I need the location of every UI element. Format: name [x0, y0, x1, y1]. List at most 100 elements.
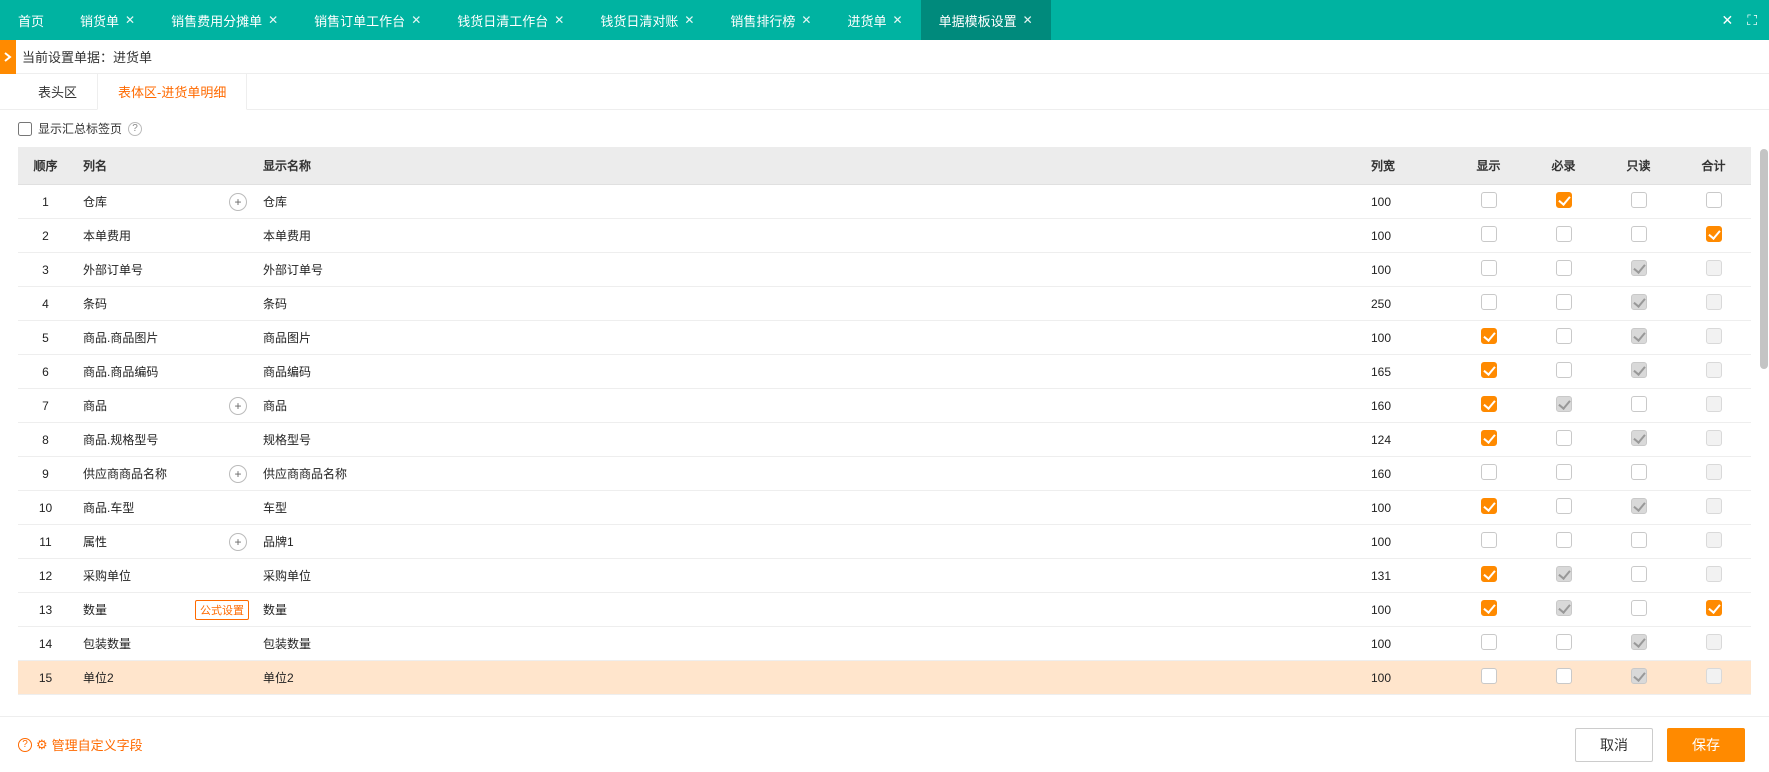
- cell-width[interactable]: 100: [1361, 525, 1451, 559]
- checkbox[interactable]: [1556, 430, 1572, 446]
- cell-width[interactable]: 100: [1361, 253, 1451, 287]
- close-all-tabs-icon[interactable]: ✕: [1721, 12, 1733, 29]
- cell-width[interactable]: 100: [1361, 321, 1451, 355]
- fullscreen-icon[interactable]: ⛶: [1747, 12, 1757, 29]
- checkbox[interactable]: [1556, 498, 1572, 514]
- cancel-button[interactable]: 取消: [1575, 728, 1653, 762]
- checkbox[interactable]: [1706, 600, 1722, 616]
- table-row[interactable]: 15单位2单位2100: [18, 661, 1751, 695]
- add-icon[interactable]: +: [229, 465, 247, 483]
- checkbox[interactable]: [1481, 600, 1497, 616]
- checkbox[interactable]: [1481, 226, 1497, 242]
- cell-width[interactable]: 160: [1361, 457, 1451, 491]
- help-icon[interactable]: ?: [128, 122, 142, 136]
- tab-close-icon[interactable]: ✕: [1023, 13, 1033, 27]
- top-tab[interactable]: 首页: [0, 0, 62, 40]
- checkbox[interactable]: [1481, 464, 1497, 480]
- cell-display-name[interactable]: 本单费用: [253, 219, 1361, 253]
- checkbox[interactable]: [1556, 362, 1572, 378]
- checkbox[interactable]: [1481, 634, 1497, 650]
- checkbox[interactable]: [1481, 396, 1497, 412]
- vertical-scrollbar[interactable]: [1759, 147, 1769, 755]
- formula-tag[interactable]: 公式设置: [195, 600, 249, 620]
- cell-display-name[interactable]: 品牌1: [253, 525, 1361, 559]
- cell-display-name[interactable]: 采购单位: [253, 559, 1361, 593]
- manage-custom-fields-link[interactable]: 管理自定义字段: [52, 735, 143, 754]
- cell-display-name[interactable]: 单位2: [253, 661, 1361, 695]
- table-row[interactable]: 11属性+品牌1100: [18, 525, 1751, 559]
- top-tab[interactable]: 销货单✕: [62, 0, 153, 40]
- table-row[interactable]: 14包装数量包装数量100: [18, 627, 1751, 661]
- checkbox[interactable]: [1631, 566, 1647, 582]
- cell-display-name[interactable]: 商品编码: [253, 355, 1361, 389]
- cell-width[interactable]: 131: [1361, 559, 1451, 593]
- top-tab[interactable]: 单据模板设置✕: [921, 0, 1051, 40]
- checkbox[interactable]: [1481, 532, 1497, 548]
- checkbox[interactable]: [1706, 226, 1722, 242]
- table-row[interactable]: 3外部订单号外部订单号100: [18, 253, 1751, 287]
- sub-tab[interactable]: 表体区-进货单明细: [97, 73, 247, 110]
- add-icon[interactable]: +: [229, 193, 247, 211]
- top-tab[interactable]: 进货单✕: [829, 0, 920, 40]
- cell-width[interactable]: 100: [1361, 219, 1451, 253]
- checkbox[interactable]: [1631, 600, 1647, 616]
- add-icon[interactable]: +: [229, 397, 247, 415]
- checkbox[interactable]: [1556, 226, 1572, 242]
- cell-display-name[interactable]: 条码: [253, 287, 1361, 321]
- cell-width[interactable]: 100: [1361, 627, 1451, 661]
- checkbox[interactable]: [1481, 328, 1497, 344]
- table-row[interactable]: 12采购单位采购单位131: [18, 559, 1751, 593]
- show-summary-checkbox[interactable]: [18, 122, 32, 136]
- checkbox[interactable]: [1631, 464, 1647, 480]
- table-row[interactable]: 5商品.商品图片商品图片100: [18, 321, 1751, 355]
- table-row[interactable]: 10商品.车型车型100: [18, 491, 1751, 525]
- cell-display-name[interactable]: 仓库: [253, 185, 1361, 219]
- checkbox[interactable]: [1631, 226, 1647, 242]
- checkbox[interactable]: [1556, 634, 1572, 650]
- top-tab[interactable]: 钱货日清工作台✕: [439, 0, 582, 40]
- tab-close-icon[interactable]: ✕: [684, 13, 694, 27]
- cell-display-name[interactable]: 规格型号: [253, 423, 1361, 457]
- checkbox[interactable]: [1556, 668, 1572, 684]
- checkbox[interactable]: [1631, 192, 1647, 208]
- checkbox[interactable]: [1481, 430, 1497, 446]
- checkbox[interactable]: [1556, 532, 1572, 548]
- add-icon[interactable]: +: [229, 533, 247, 551]
- checkbox[interactable]: [1481, 192, 1497, 208]
- top-tab[interactable]: 销售费用分摊单✕: [153, 0, 296, 40]
- top-tab[interactable]: 钱货日清对账✕: [582, 0, 712, 40]
- checkbox[interactable]: [1481, 566, 1497, 582]
- save-button[interactable]: 保存: [1667, 728, 1745, 762]
- table-row[interactable]: 9供应商商品名称+供应商商品名称160: [18, 457, 1751, 491]
- cell-display-name[interactable]: 供应商商品名称: [253, 457, 1361, 491]
- sub-tab[interactable]: 表头区: [18, 74, 97, 109]
- cell-display-name[interactable]: 商品: [253, 389, 1361, 423]
- cell-display-name[interactable]: 包装数量: [253, 627, 1361, 661]
- tab-close-icon[interactable]: ✕: [268, 13, 278, 27]
- cell-width[interactable]: 160: [1361, 389, 1451, 423]
- table-row[interactable]: 13数量公式设置数量100: [18, 593, 1751, 627]
- table-row[interactable]: 2本单费用本单费用100: [18, 219, 1751, 253]
- top-tab[interactable]: 销售订单工作台✕: [296, 0, 439, 40]
- cell-width[interactable]: 250: [1361, 287, 1451, 321]
- cell-display-name[interactable]: 车型: [253, 491, 1361, 525]
- cell-width[interactable]: 100: [1361, 185, 1451, 219]
- tab-close-icon[interactable]: ✕: [554, 13, 564, 27]
- checkbox[interactable]: [1481, 260, 1497, 276]
- cell-width[interactable]: 124: [1361, 423, 1451, 457]
- footer-help-icon[interactable]: ?: [18, 738, 32, 752]
- checkbox[interactable]: [1556, 192, 1572, 208]
- table-row[interactable]: 4条码条码250: [18, 287, 1751, 321]
- tab-close-icon[interactable]: ✕: [801, 13, 811, 27]
- cell-display-name[interactable]: 商品图片: [253, 321, 1361, 355]
- cell-width[interactable]: 100: [1361, 661, 1451, 695]
- checkbox[interactable]: [1706, 192, 1722, 208]
- top-tab[interactable]: 销售排行榜✕: [712, 0, 829, 40]
- checkbox[interactable]: [1481, 362, 1497, 378]
- checkbox[interactable]: [1631, 532, 1647, 548]
- table-row[interactable]: 1仓库+仓库100: [18, 185, 1751, 219]
- table-row[interactable]: 8商品.规格型号规格型号124: [18, 423, 1751, 457]
- cell-width[interactable]: 165: [1361, 355, 1451, 389]
- cell-display-name[interactable]: 外部订单号: [253, 253, 1361, 287]
- tab-close-icon[interactable]: ✕: [411, 13, 421, 27]
